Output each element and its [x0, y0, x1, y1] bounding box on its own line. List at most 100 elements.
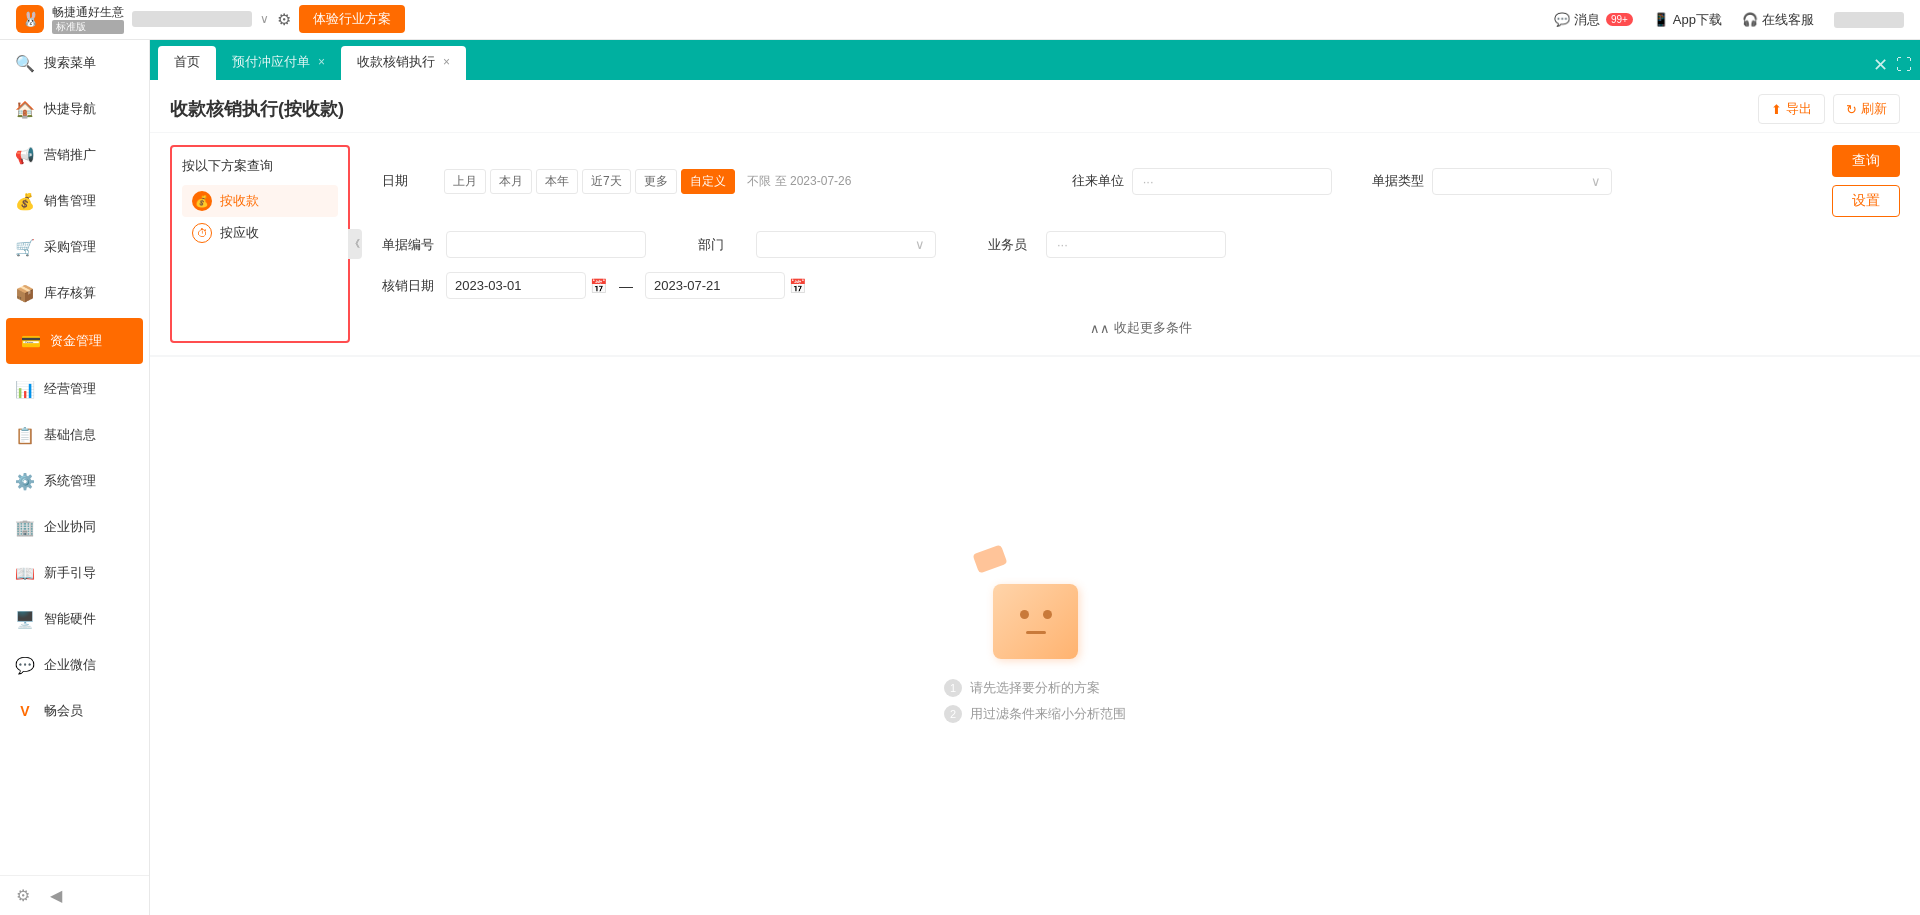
- user-name-blurred: [1834, 12, 1904, 28]
- tab-home-label: 首页: [174, 53, 200, 71]
- funds-icon: 💳: [22, 332, 40, 350]
- by-receivable-label: 按应收: [220, 224, 259, 242]
- settings-icon[interactable]: ⚙: [277, 10, 291, 29]
- sidebar-item-system[interactable]: ⚙️ 系统管理: [0, 458, 149, 504]
- date-btn-more[interactable]: 更多: [635, 169, 677, 194]
- writeoff-start-cal-icon[interactable]: 📅: [590, 278, 607, 294]
- export-btn[interactable]: ⬆ 导出: [1758, 94, 1825, 124]
- date-btn-custom[interactable]: 自定义: [681, 169, 735, 194]
- industry-btn[interactable]: 体验行业方案: [299, 5, 405, 33]
- sidebar-label-marketing: 营销推广: [44, 146, 96, 164]
- writeoff-start-input[interactable]: [446, 272, 586, 299]
- wechat-icon: 💬: [16, 656, 34, 674]
- staff-label: 业务员: [988, 236, 1038, 254]
- content-area: 首页 预付冲应付单 × 收款核销执行 × ✕ ⛶ 收款核销执行(按收款): [150, 40, 1920, 915]
- sidebar-item-marketing[interactable]: 📢 营销推广: [0, 132, 149, 178]
- dept-chevron-icon: ∨: [915, 237, 925, 252]
- sidebar-item-funds[interactable]: 💳 资金管理: [6, 318, 143, 364]
- by-receipt-icon: 💰: [192, 191, 212, 211]
- sidebar-label-enterprise: 企业协同: [44, 518, 96, 536]
- sidebar-label-inventory: 库存核算: [44, 284, 96, 302]
- system-icon: ⚙️: [16, 472, 34, 490]
- filter-panel-collapse-btn[interactable]: 《: [348, 229, 362, 259]
- tab-home[interactable]: 首页: [158, 46, 216, 80]
- partner-input[interactable]: ···: [1132, 168, 1332, 195]
- sidebar-label-smart-hardware: 智能硬件: [44, 610, 96, 628]
- operations-icon: 📊: [16, 380, 34, 398]
- sidebar-item-member[interactable]: V 畅会员: [0, 688, 149, 734]
- writeoff-date-start-group: 📅: [446, 272, 607, 299]
- dept-select[interactable]: ∨: [756, 231, 936, 258]
- workspace-name-blurred: [132, 11, 252, 27]
- filter-settings-btn[interactable]: 设置: [1832, 185, 1900, 217]
- sidebar-settings-icon[interactable]: ⚙: [16, 886, 30, 905]
- date-btn-this-year[interactable]: 本年: [536, 169, 578, 194]
- tab-writeoff-close-icon[interactable]: ×: [443, 55, 450, 69]
- quick-nav-icon: 🏠: [16, 100, 34, 118]
- date-label: 日期: [382, 172, 432, 190]
- top-bar: 🐰 畅捷通好生意 标准版 ∨ ⚙ 体验行业方案 💬 消息 99+ 📱 App下载…: [0, 0, 1920, 40]
- search-menu-icon: 🔍: [16, 54, 34, 72]
- sidebar-item-beginner[interactable]: 📖 新手引导: [0, 550, 149, 596]
- dept-label: 部门: [698, 236, 748, 254]
- date-btn-7days[interactable]: 近7天: [582, 169, 631, 194]
- collapse-up-icon: ∧∧: [1090, 321, 1110, 336]
- export-icon: ⬆: [1771, 102, 1782, 117]
- date-btn-this-month[interactable]: 本月: [490, 169, 532, 194]
- sidebar-label-basic-info: 基础信息: [44, 426, 96, 444]
- writeoff-date-end-group: 📅: [645, 272, 806, 299]
- refresh-label: 刷新: [1861, 100, 1887, 118]
- empty-hint-2: 2 用过滤条件来缩小分析范围: [944, 705, 1126, 723]
- filter-left-panel: 按以下方案查询 💰 按收款 ⏱ 按应收 《: [170, 145, 350, 343]
- message-btn[interactable]: 💬 消息 99+: [1554, 11, 1633, 29]
- purchase-icon: 🛒: [16, 238, 34, 256]
- page-content: 收款核销执行(按收款) ⬆ 导出 ↻ 刷新 按以下方案查询: [150, 80, 1920, 915]
- basic-info-icon: 📋: [16, 426, 34, 444]
- marketing-icon: 📢: [16, 146, 34, 164]
- sales-icon: 💰: [16, 192, 34, 210]
- tab-close-all-icon[interactable]: ✕: [1873, 54, 1888, 76]
- sidebar-item-purchase[interactable]: 🛒 采购管理: [0, 224, 149, 270]
- refresh-btn[interactable]: ↻ 刷新: [1833, 94, 1900, 124]
- top-bar-right: 💬 消息 99+ 📱 App下载 🎧 在线客服: [1554, 11, 1904, 29]
- app-tag: 标准版: [52, 20, 124, 34]
- writeoff-end-cal-icon[interactable]: 📅: [789, 278, 806, 294]
- sidebar-item-basic-info[interactable]: 📋 基础信息: [0, 412, 149, 458]
- step-2-icon: 2: [944, 705, 962, 723]
- sidebar-label-operations: 经营管理: [44, 380, 96, 398]
- collapse-more-btn[interactable]: ∧∧ 收起更多条件: [382, 313, 1900, 343]
- tab-writeoff-label: 收款核销执行: [357, 53, 435, 71]
- sidebar-item-sales[interactable]: 💰 销售管理: [0, 178, 149, 224]
- sidebar-item-search-menu[interactable]: 🔍 搜索菜单: [0, 40, 149, 86]
- doc-type-select[interactable]: ∨: [1432, 168, 1612, 195]
- tab-prepay[interactable]: 预付冲应付单 ×: [216, 46, 341, 80]
- sidebar-label-sales: 销售管理: [44, 192, 96, 210]
- service-icon: 🎧: [1742, 12, 1758, 27]
- sidebar-item-inventory[interactable]: 📦 库存核算: [0, 270, 149, 316]
- writeoff-date-label: 核销日期: [382, 277, 434, 295]
- tab-writeoff[interactable]: 收款核销执行 ×: [341, 46, 466, 80]
- doc-type-label: 单据类型: [1372, 172, 1424, 190]
- sidebar: 🔍 搜索菜单 🏠 快捷导航 📢 营销推广 💰 销售管理 🛒 采购管理 📦 库存核…: [0, 40, 150, 915]
- app-download-btn[interactable]: 📱 App下载: [1653, 11, 1722, 29]
- tab-expand-icon[interactable]: ⛶: [1896, 56, 1912, 74]
- date-btn-last-month[interactable]: 上月: [444, 169, 486, 194]
- query-btn[interactable]: 查询: [1832, 145, 1900, 177]
- staff-input[interactable]: ···: [1046, 231, 1226, 258]
- workspace-chevron-icon[interactable]: ∨: [260, 12, 269, 26]
- sidebar-item-operations[interactable]: 📊 经营管理: [0, 366, 149, 412]
- sidebar-item-enterprise[interactable]: 🏢 企业协同: [0, 504, 149, 550]
- filter-option-by-receivable[interactable]: ⏱ 按应收: [182, 217, 338, 249]
- sidebar-item-wechat[interactable]: 💬 企业微信: [0, 642, 149, 688]
- writeoff-end-input[interactable]: [645, 272, 785, 299]
- tab-prepay-close-icon[interactable]: ×: [318, 55, 325, 69]
- sidebar-item-quick-nav[interactable]: 🏠 快捷导航: [0, 86, 149, 132]
- tab-bar: 首页 预付冲应付单 × 收款核销执行 × ✕ ⛶: [150, 40, 1920, 80]
- online-service-btn[interactable]: 🎧 在线客服: [1742, 11, 1814, 29]
- filter-option-by-receipt[interactable]: 💰 按收款: [182, 185, 338, 217]
- doc-num-input[interactable]: [446, 231, 646, 258]
- step-1-icon: 1: [944, 679, 962, 697]
- sidebar-collapse-icon[interactable]: ◀: [50, 886, 62, 905]
- sidebar-item-smart-hardware[interactable]: 🖥️ 智能硬件: [0, 596, 149, 642]
- collapse-arrow-icon: 《: [350, 237, 360, 251]
